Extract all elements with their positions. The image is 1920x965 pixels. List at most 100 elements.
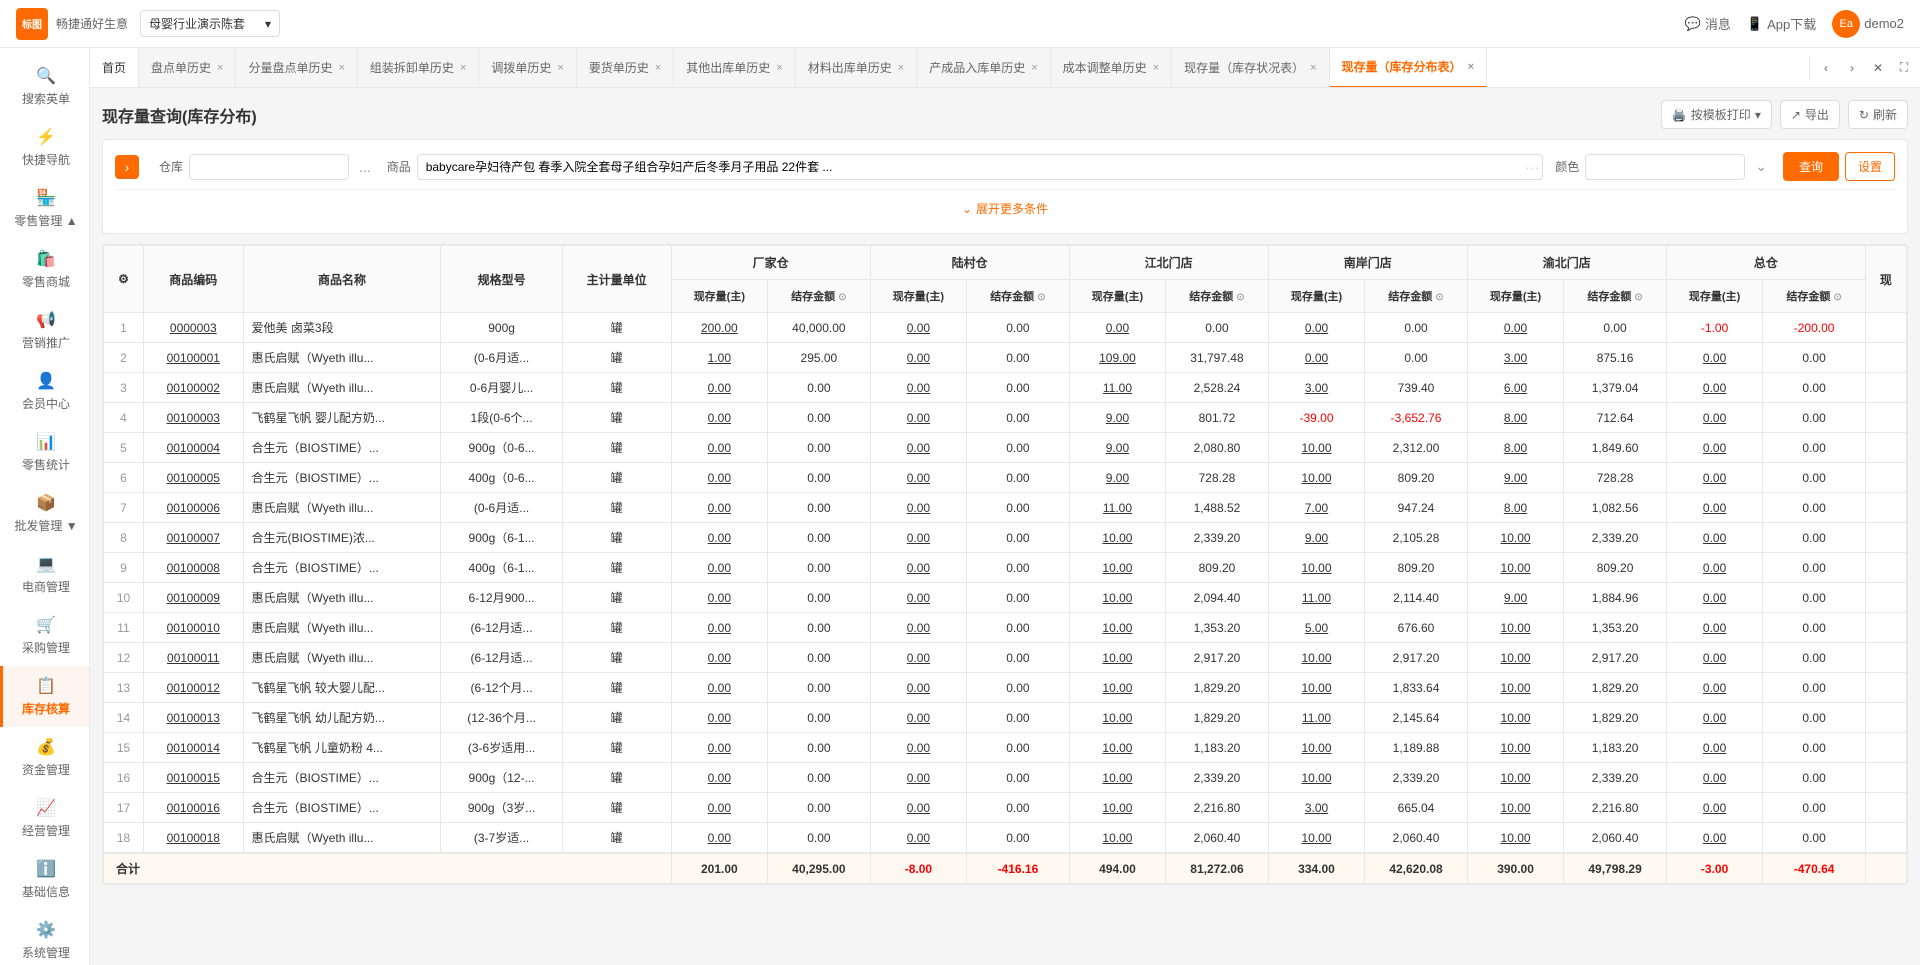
tab-close-icon[interactable]: × xyxy=(557,62,563,74)
row-total-qty[interactable]: 0.00 xyxy=(1666,343,1763,373)
row-jiangbei-qty[interactable]: 10.00 xyxy=(1069,553,1166,583)
row-changfen-qty[interactable]: 0.00 xyxy=(671,763,768,793)
tab-other-out[interactable]: 其他出库单历史 × xyxy=(674,48,795,88)
row-changfen-qty[interactable]: 200.00 xyxy=(671,313,768,343)
row-lucun-qty[interactable]: 0.00 xyxy=(870,403,967,433)
row-yubei-qty[interactable]: 10.00 xyxy=(1467,613,1564,643)
tab-partial-count[interactable]: 分量盘点单历史 × xyxy=(236,48,357,88)
row-nanan-qty[interactable]: -39.00 xyxy=(1268,403,1365,433)
row-code[interactable]: 00100006 xyxy=(144,493,244,523)
row-yubei-qty[interactable]: 9.00 xyxy=(1467,463,1564,493)
row-changfen-qty[interactable]: 0.00 xyxy=(671,403,768,433)
row-lucun-qty[interactable]: 0.00 xyxy=(870,553,967,583)
print-btn[interactable]: 🖨️ 按模板打印 ▾ xyxy=(1661,100,1772,129)
tab-close-icon[interactable]: × xyxy=(898,62,904,74)
row-code[interactable]: 00100009 xyxy=(144,583,244,613)
row-lucun-qty[interactable]: 0.00 xyxy=(870,703,967,733)
refresh-btn[interactable]: ↻ 刷新 xyxy=(1848,100,1908,129)
row-lucun-qty[interactable]: 0.00 xyxy=(870,793,967,823)
row-total-qty[interactable]: 0.00 xyxy=(1666,643,1763,673)
tab-transfer[interactable]: 调拨单历史 × xyxy=(479,48,576,88)
row-yubei-qty[interactable]: 10.00 xyxy=(1467,703,1564,733)
row-changfen-qty[interactable]: 1.00 xyxy=(671,343,768,373)
search-btn[interactable]: 查询 xyxy=(1783,152,1839,181)
row-nanan-qty[interactable]: 3.00 xyxy=(1268,793,1365,823)
row-changfen-qty[interactable]: 0.00 xyxy=(671,793,768,823)
industry-select[interactable]: 母婴行业演示陈套 ▾ xyxy=(140,10,280,37)
row-nanan-qty[interactable]: 0.00 xyxy=(1268,313,1365,343)
row-code[interactable]: 00100016 xyxy=(144,793,244,823)
row-total-qty[interactable]: 0.00 xyxy=(1666,793,1763,823)
row-changfen-qty[interactable]: 0.00 xyxy=(671,493,768,523)
sidebar-item-ecommerce[interactable]: 💻 电商管理 xyxy=(0,544,89,605)
product-input[interactable] xyxy=(417,154,1544,180)
row-lucun-qty[interactable]: 0.00 xyxy=(870,673,967,703)
tabs-next-btn[interactable]: › xyxy=(1840,56,1864,80)
sidebar-item-shortcuts[interactable]: ⚡ 快捷导航 xyxy=(0,117,89,178)
tabs-close-btn[interactable]: ✕ xyxy=(1866,56,1890,80)
row-nanan-qty[interactable]: 5.00 xyxy=(1268,613,1365,643)
sidebar-item-system[interactable]: ⚙️ 系统管理 xyxy=(0,910,89,965)
row-lucun-qty[interactable]: 0.00 xyxy=(870,643,967,673)
row-nanan-qty[interactable]: 10.00 xyxy=(1268,553,1365,583)
row-jiangbei-qty[interactable]: 10.00 xyxy=(1069,613,1166,643)
tab-purchase-order[interactable]: 要货单历史 × xyxy=(577,48,674,88)
row-code[interactable]: 00100013 xyxy=(144,703,244,733)
row-nanan-qty[interactable]: 3.00 xyxy=(1268,373,1365,403)
row-yubei-qty[interactable]: 6.00 xyxy=(1467,373,1564,403)
tabs-maximize-btn[interactable]: ⛶ xyxy=(1892,56,1916,80)
row-lucun-qty[interactable]: 0.00 xyxy=(870,583,967,613)
row-jiangbei-qty[interactable]: 9.00 xyxy=(1069,433,1166,463)
sidebar-item-mall[interactable]: 🛍️ 零售商城 xyxy=(0,239,89,300)
row-jiangbei-qty[interactable]: 0.00 xyxy=(1069,313,1166,343)
setting-btn[interactable]: 设置 xyxy=(1845,152,1895,181)
sidebar-item-purchase[interactable]: 🛒 采购管理 xyxy=(0,605,89,666)
row-total-qty[interactable]: 0.00 xyxy=(1666,403,1763,433)
row-nanan-qty[interactable]: 0.00 xyxy=(1268,343,1365,373)
tab-material-out[interactable]: 材料出库单历史 × xyxy=(796,48,917,88)
row-nanan-qty[interactable]: 11.00 xyxy=(1268,583,1365,613)
row-total-qty[interactable]: 0.00 xyxy=(1666,823,1763,854)
tab-close-icon[interactable]: × xyxy=(1310,62,1316,74)
app-download-btn[interactable]: 📱 App下载 xyxy=(1747,14,1816,33)
row-lucun-qty[interactable]: 0.00 xyxy=(870,463,967,493)
row-total-qty[interactable]: 0.00 xyxy=(1666,733,1763,763)
row-lucun-qty[interactable]: 0.00 xyxy=(870,433,967,463)
row-yubei-qty[interactable]: 10.00 xyxy=(1467,733,1564,763)
tab-close-icon[interactable]: × xyxy=(655,62,661,74)
row-jiangbei-qty[interactable]: 10.00 xyxy=(1069,703,1166,733)
tabs-prev-btn[interactable]: ‹ xyxy=(1814,56,1838,80)
row-lucun-qty[interactable]: 0.00 xyxy=(870,373,967,403)
row-lucun-qty[interactable]: 0.00 xyxy=(870,343,967,373)
row-code[interactable]: 00100018 xyxy=(144,823,244,854)
row-changfen-qty[interactable]: 0.00 xyxy=(671,463,768,493)
sidebar-item-member[interactable]: 👤 会员中心 xyxy=(0,361,89,422)
sidebar-item-search[interactable]: 🔍 搜索英单 xyxy=(0,56,89,117)
row-yubei-qty[interactable]: 0.00 xyxy=(1467,313,1564,343)
row-changfen-qty[interactable]: 0.00 xyxy=(671,703,768,733)
tab-close-icon[interactable]: × xyxy=(1031,62,1037,74)
sidebar-item-retail[interactable]: 🏪 零售管理 ▲ xyxy=(0,178,89,239)
row-yubei-qty[interactable]: 10.00 xyxy=(1467,553,1564,583)
clear-icon[interactable]: ··· xyxy=(1525,159,1539,175)
row-nanan-qty[interactable]: 11.00 xyxy=(1268,703,1365,733)
message-btn[interactable]: 💬 消息 xyxy=(1685,14,1731,33)
row-changfen-qty[interactable]: 0.00 xyxy=(671,823,768,854)
row-lucun-qty[interactable]: 0.00 xyxy=(870,313,967,343)
tab-inventory-count[interactable]: 盘点单历史 × xyxy=(139,48,236,88)
row-lucun-qty[interactable]: 0.00 xyxy=(870,613,967,643)
row-code[interactable]: 00100005 xyxy=(144,463,244,493)
row-changfen-qty[interactable]: 0.00 xyxy=(671,433,768,463)
row-code[interactable]: 00100008 xyxy=(144,553,244,583)
row-code[interactable]: 00100010 xyxy=(144,613,244,643)
row-total-qty[interactable]: 0.00 xyxy=(1666,553,1763,583)
sidebar-item-inventory[interactable]: 📋 库存核算 xyxy=(0,666,89,727)
tab-assemble[interactable]: 组装拆卸单历史 × xyxy=(358,48,479,88)
row-lucun-qty[interactable]: 0.00 xyxy=(870,823,967,854)
row-code[interactable]: 0000003 xyxy=(144,313,244,343)
row-code[interactable]: 00100001 xyxy=(144,343,244,373)
row-yubei-qty[interactable]: 10.00 xyxy=(1467,823,1564,854)
row-nanan-qty[interactable]: 10.00 xyxy=(1268,823,1365,854)
sidebar-item-finance[interactable]: 💰 资金管理 xyxy=(0,727,89,788)
row-nanan-qty[interactable]: 10.00 xyxy=(1268,433,1365,463)
